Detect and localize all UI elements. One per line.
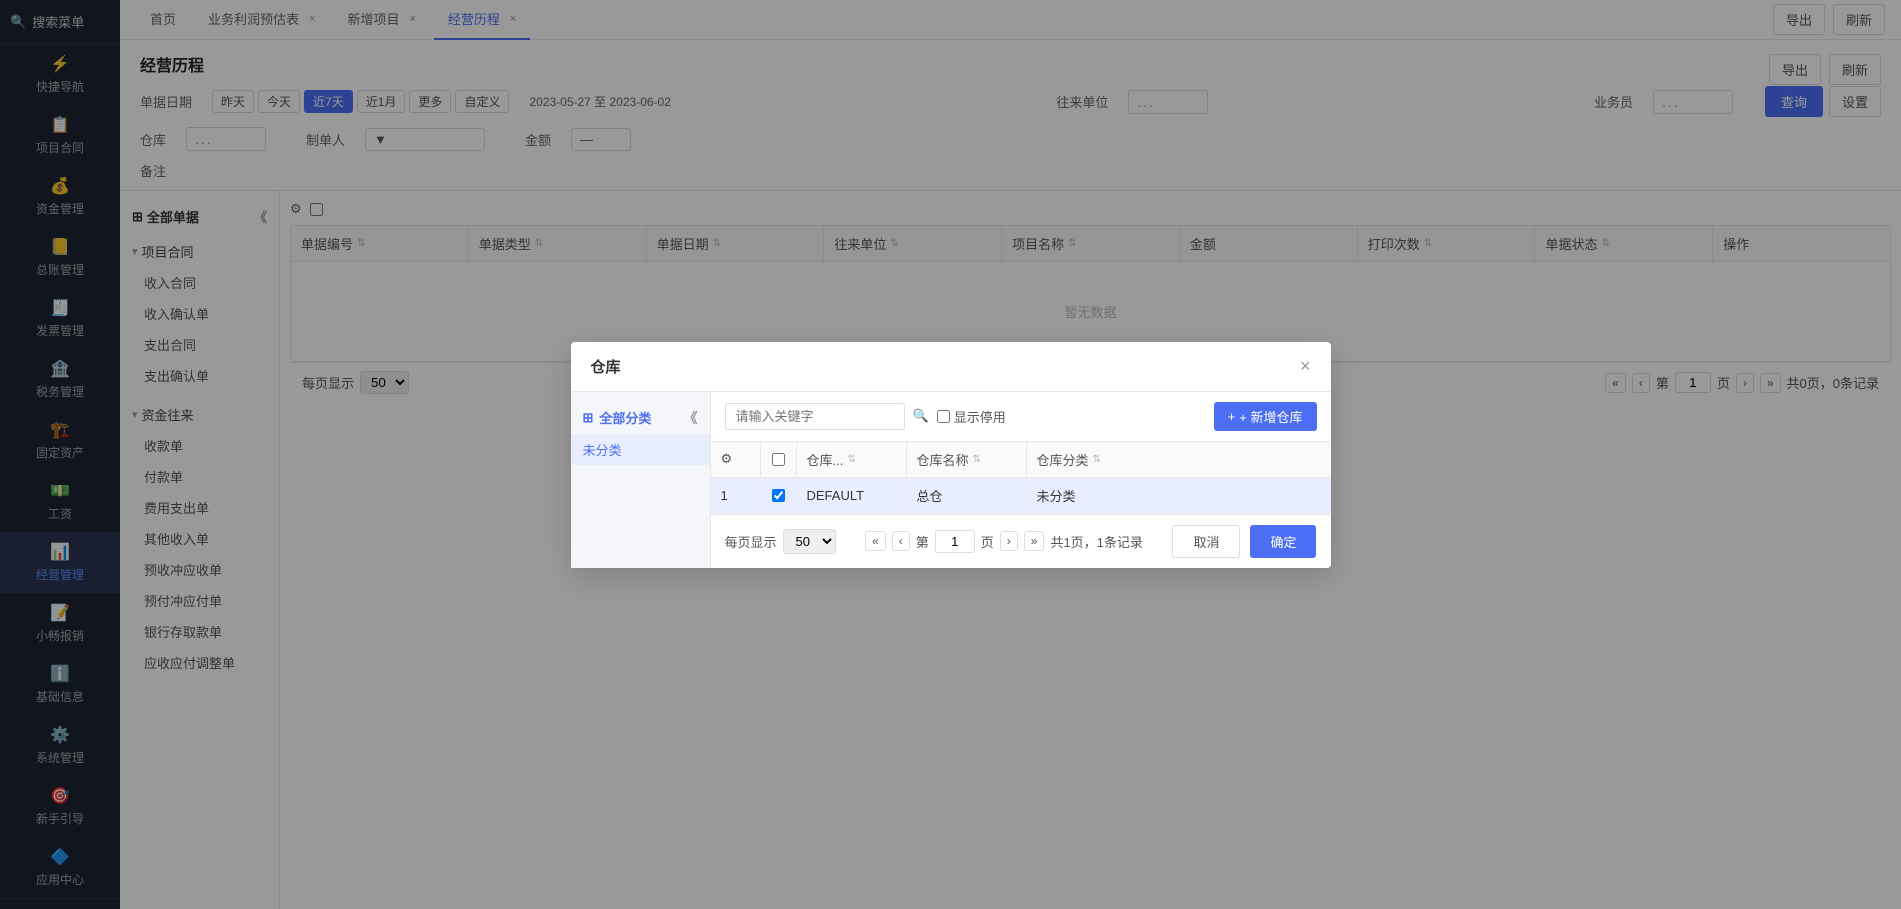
grid-small-icon: ⊞ [583,410,594,426]
gear-col-icon[interactable]: ⚙ [721,451,733,467]
warehouse-name-sort-icon: ⇅ [973,454,981,465]
th-check [761,442,797,477]
modal-total-info: 共1页，1条记录 [1050,532,1142,551]
modal-panel-collapse-btn[interactable]: 《 [684,408,698,428]
modal-confirm-button[interactable]: 确定 [1250,525,1316,558]
show-disabled-label[interactable]: 显示停用 [937,407,1006,426]
modal-per-page-select[interactable]: 50 [783,529,836,554]
modal-cancel-button[interactable]: 取消 [1172,525,1240,558]
modal-prev-page-btn[interactable]: ‹ [892,531,910,551]
warehouse-modal: 仓库 × ⊞ 全部分类 《 未分类 🔍 [571,342,1331,568]
th-warehouse-category[interactable]: 仓库分类 ⇅ [1027,442,1331,477]
all-category-header[interactable]: ⊞ 全部分类 《 [571,402,710,434]
modal-page-input[interactable] [935,530,975,553]
modal-page-label: 页 [981,532,994,551]
modal-body: ⊞ 全部分类 《 未分类 🔍 显示停用 [571,392,1331,568]
uncategorized-item[interactable]: 未分类 [571,434,710,465]
modal-search-input[interactable] [725,403,905,430]
modal-first-page-btn[interactable]: « [865,531,886,551]
modal-page-prefix: 第 [916,532,929,551]
modal-header: 仓库 × [571,342,1331,392]
modal-search-icon[interactable]: 🔍 [913,408,929,424]
show-disabled-checkbox[interactable] [937,410,950,423]
modal-table: ⚙ 仓库... ⇅ 仓库名称 ⇅ [711,442,1331,514]
modal-toolbar: 🔍 显示停用 + + 新增仓库 [711,392,1331,442]
warehouse-code-sort-icon: ⇅ [847,454,855,465]
modal-close-button[interactable]: × [1300,356,1311,377]
modal-select-all[interactable] [772,453,785,466]
modal-footer: 每页显示 50 « ‹ 第 页 › » 共1页，1条记录 [711,514,1331,568]
row-check[interactable] [761,478,797,513]
th-warehouse-name[interactable]: 仓库名称 ⇅ [907,442,1027,477]
all-category-label: 全部分类 [599,408,651,427]
th-num: ⚙ [711,442,761,477]
modal-table-header: ⚙ 仓库... ⇅ 仓库名称 ⇅ [711,442,1331,478]
row-category: 未分类 [1027,478,1331,513]
modal-left-panel: ⊞ 全部分类 《 未分类 [571,392,711,568]
modal-title: 仓库 [591,356,621,377]
row-name: 总仓 [907,478,1027,513]
add-warehouse-button[interactable]: + + 新增仓库 [1214,402,1317,431]
modal-pagination: « ‹ 第 页 › » 共1页，1条记录 [865,530,1143,553]
modal-last-page-btn[interactable]: » [1024,531,1045,551]
row-code: DEFAULT [797,478,907,513]
modal-next-page-btn[interactable]: › [1000,531,1018,551]
modal-per-page: 每页显示 50 [725,529,836,554]
row-num: 1 [711,478,761,513]
modal-overlay: 仓库 × ⊞ 全部分类 《 未分类 🔍 [0,0,1901,909]
table-row[interactable]: 1 DEFAULT 总仓 未分类 [711,478,1331,514]
plus-icon: + [1228,409,1236,424]
modal-action-buttons: 取消 确定 [1172,525,1316,558]
warehouse-cat-sort-icon: ⇅ [1093,454,1101,465]
row-checkbox[interactable] [772,489,785,502]
th-warehouse-code[interactable]: 仓库... ⇅ [797,442,907,477]
modal-per-page-label: 每页显示 [725,532,777,551]
modal-right-panel: 🔍 显示停用 + + 新增仓库 ⚙ [711,392,1331,568]
